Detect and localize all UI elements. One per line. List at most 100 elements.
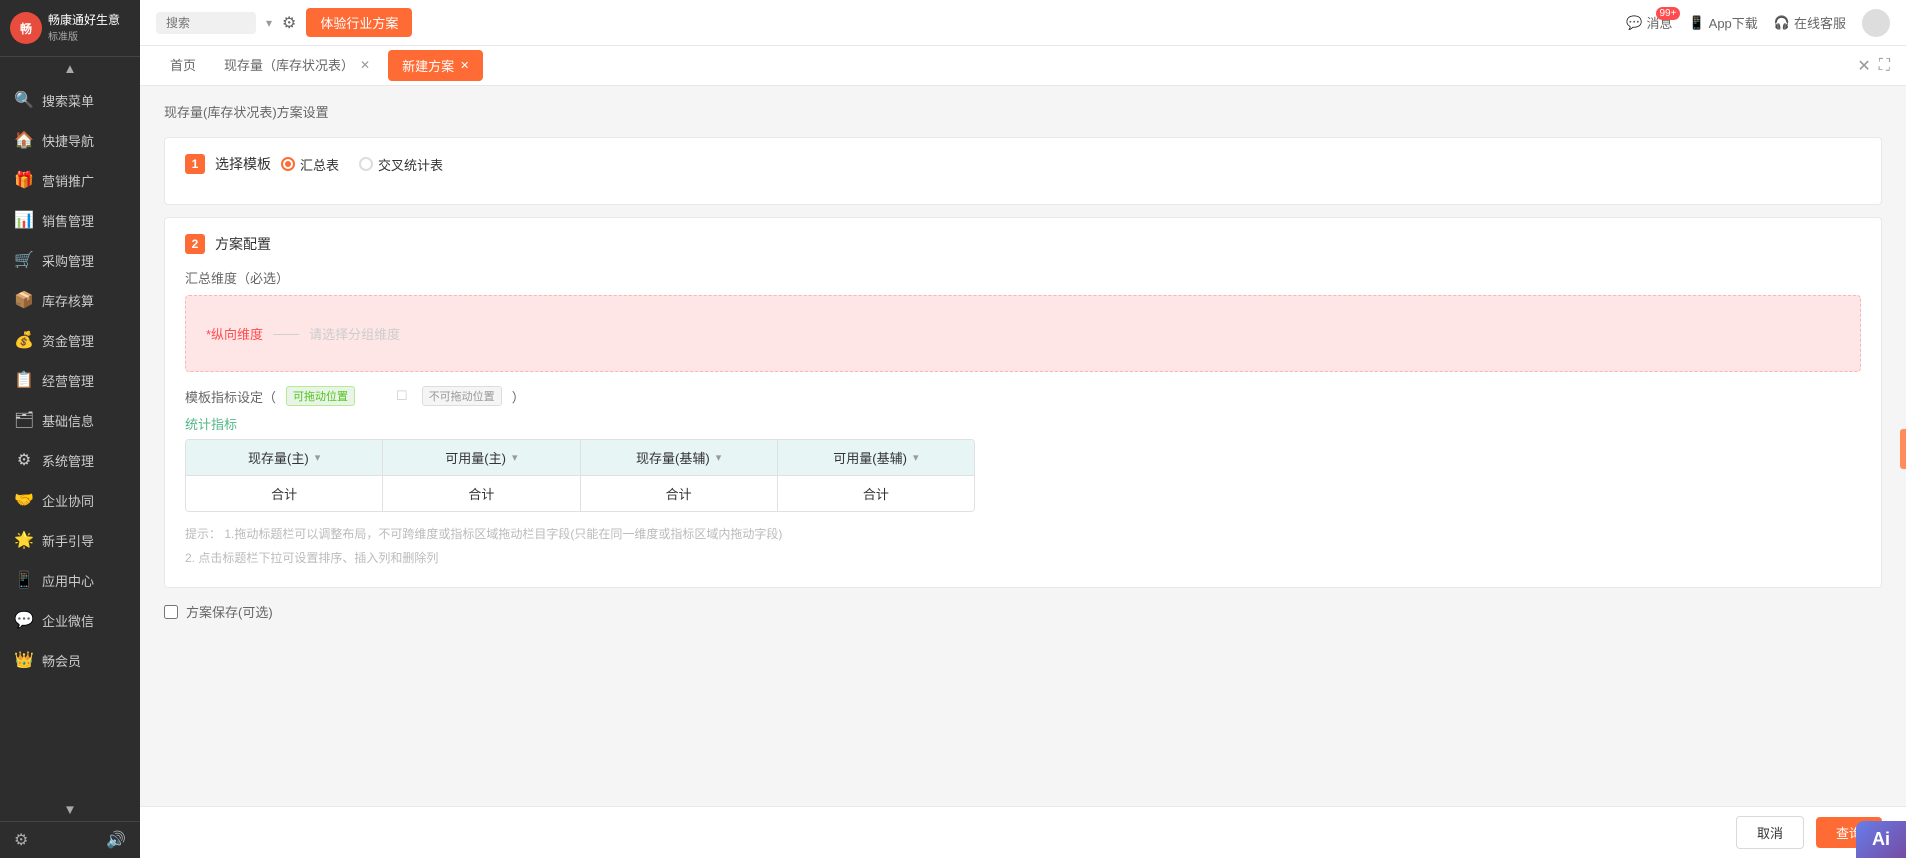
sidebar-item-system[interactable]: ⚙ 系统管理 [0, 440, 140, 480]
stats-col-label-3: 可用量(基辅) [833, 448, 907, 467]
sidebar-bottom: ⚙ 🔊 [0, 821, 140, 858]
tab-expand-btn[interactable]: ⛶ [1879, 57, 1890, 75]
msg-badge: 99+ [1656, 7, 1681, 20]
chevron-down-icon-3[interactable]: ▾ [913, 451, 919, 464]
sidebar-app-info: 畅康通好生意 标准版 [48, 13, 120, 44]
sidebar-item-enterprise[interactable]: 🤝 企业协同 [0, 480, 140, 520]
audio-btn[interactable]: 🔊 [106, 830, 126, 850]
app-download-btn[interactable]: 📱 App下载 [1688, 13, 1757, 32]
sidebar-item-finance[interactable]: 💰 资金管理 [0, 320, 140, 360]
stats-title: 统计指标 [185, 414, 1861, 433]
headset-icon: 🎧 [1774, 15, 1790, 31]
finance-icon: 💰 [14, 330, 34, 350]
indicator-settings: 模板指标设定（ 可拖动位置 ☐ 不可拖动位置 ） 统计指标 现存量(主) ▾ [185, 386, 1861, 569]
save-checkbox[interactable] [164, 605, 178, 619]
chevron-down-icon-1[interactable]: ▾ [512, 451, 518, 464]
user-avatar[interactable] [1862, 9, 1890, 37]
settings-bottom-btn[interactable]: ⚙ [14, 830, 28, 850]
radio-cross-label: 交叉统计表 [378, 155, 443, 174]
enterprise-icon: 🤝 [14, 490, 34, 510]
topbar-gear-btn[interactable]: ⚙ [282, 13, 296, 33]
hint-2: 2. 点击标题栏下拉可设置排序、插入列和删除列 [185, 548, 1861, 570]
sidebar-item-label: 快捷导航 [42, 131, 94, 150]
message-icon: 💬 [1626, 15, 1642, 31]
indicator-label-row: 模板指标设定（ 可拖动位置 ☐ 不可拖动位置 ） [185, 386, 1861, 406]
chevron-down-icon-0[interactable]: ▾ [315, 451, 321, 464]
sidebar-item-label: 企业微信 [42, 611, 94, 630]
tab-close-panel-btn[interactable]: ✕ [1857, 56, 1870, 76]
page-title: 现存量(库存状况表)方案设置 [164, 102, 1882, 121]
sidebar-item-label: 销售管理 [42, 211, 94, 230]
member-icon: 👑 [14, 650, 34, 670]
tabbar-right: ✕ ⛶ [1857, 56, 1890, 76]
stats-col-3[interactable]: 可用量(基辅) ▾ [778, 440, 974, 475]
stats-col-0[interactable]: 现存量(主) ▾ [186, 440, 383, 475]
non-draggable-badge: 不可拖动位置 [422, 386, 502, 406]
radio-summary[interactable]: 汇总表 [281, 155, 339, 174]
radio-cross-dot [359, 157, 373, 171]
tab-new-scheme[interactable]: 新建方案 ✕ [388, 50, 483, 81]
sidebar-item-member[interactable]: 👑 畅会员 [0, 640, 140, 680]
tab-inventory-status[interactable]: 现存量（库存状况表） ✕ [210, 47, 384, 84]
enterprise-wechat-icon: 💬 [14, 610, 34, 630]
dimension-box[interactable]: *纵向维度 —— 请选择分组维度 [185, 295, 1861, 372]
trial-btn[interactable]: 体验行业方案 [306, 8, 412, 37]
sidebar-item-label: 采购管理 [42, 251, 94, 270]
footer: 取消 查询 [140, 806, 1906, 858]
save-label: 方案保存(可选) [186, 602, 273, 621]
new-guide-icon: 🌟 [14, 530, 34, 550]
radio-cross[interactable]: 交叉统计表 [359, 155, 443, 174]
sidebar-item-label: 畅会员 [42, 651, 81, 670]
marketing-icon: 🎁 [14, 170, 34, 190]
sidebar-item-sales[interactable]: 📊 销售管理 [0, 200, 140, 240]
sidebar-item-label: 搜索菜单 [42, 91, 94, 110]
topbar-right: 💬 消息 99+ 📱 App下载 🎧 在线客服 [1626, 9, 1890, 37]
msg-btn[interactable]: 💬 消息 99+ [1626, 13, 1672, 32]
dimension-section-label: 汇总维度（必选） [185, 268, 1861, 287]
sidebar-scroll-up[interactable]: ▲ [0, 57, 140, 80]
tab-new-label: 新建方案 [402, 56, 454, 75]
search-input[interactable] [156, 12, 256, 34]
sidebar-item-marketing[interactable]: 🎁 营销推广 [0, 160, 140, 200]
hint-1: 提示： 1.拖动标题栏可以调整布局，不可跨维度或指标区域拖动栏目字段(只能在同一… [185, 524, 1861, 546]
sidebar-item-enterprise-wechat[interactable]: 💬 企业微信 [0, 600, 140, 640]
ai-badge[interactable]: Ai [1856, 821, 1906, 858]
right-edge-handle[interactable] [1900, 429, 1906, 469]
sidebar-item-operations[interactable]: 📋 经营管理 [0, 360, 140, 400]
dimension-placeholder: 请选择分组维度 [309, 324, 400, 343]
sidebar-item-quick-nav[interactable]: 🏠 快捷导航 [0, 120, 140, 160]
app-center-icon: 📱 [14, 570, 34, 590]
sidebar-item-label: 应用中心 [42, 571, 94, 590]
system-icon: ⚙ [14, 450, 34, 470]
step1-header: 1 选择模板 汇总表 交叉统计表 [185, 154, 1861, 174]
chevron-down-icon-2[interactable]: ▾ [716, 451, 722, 464]
tab-inventory-label: 现存量（库存状况表） [224, 55, 354, 74]
operations-icon: 📋 [14, 370, 34, 390]
stats-col-2[interactable]: 现存量(基辅) ▾ [581, 440, 778, 475]
stats-section: 统计指标 现存量(主) ▾ 可用量(主) ▾ [185, 414, 1861, 512]
sidebar-item-label: 营销推广 [42, 171, 94, 190]
tab-new-close[interactable]: ✕ [460, 59, 469, 72]
sidebar-item-new-guide[interactable]: 🌟 新手引导 [0, 520, 140, 560]
sidebar-item-label: 新手引导 [42, 531, 94, 550]
online-service-btn[interactable]: 🎧 在线客服 [1774, 13, 1846, 32]
sidebar-item-search-menu[interactable]: 🔍 搜索菜单 [0, 80, 140, 120]
tab-home[interactable]: 首页 [156, 47, 210, 84]
sidebar-item-label: 经营管理 [42, 371, 94, 390]
step2-number: 2 [185, 234, 205, 254]
sidebar-scroll-down[interactable]: ▼ [0, 798, 140, 821]
search-menu-icon: 🔍 [14, 90, 34, 110]
dimension-dash: —— [273, 326, 299, 341]
draggable-badge: 可拖动位置 [286, 386, 355, 406]
purchase-icon: 🛒 [14, 250, 34, 270]
sidebar-item-app-center[interactable]: 📱 应用中心 [0, 560, 140, 600]
topbar-dropdown-btn[interactable]: ▾ [266, 16, 272, 30]
sidebar-item-inventory[interactable]: 📦 库存核算 [0, 280, 140, 320]
stats-col-1[interactable]: 可用量(主) ▾ [383, 440, 580, 475]
save-row: 方案保存(可选) [164, 602, 1882, 621]
tab-inventory-close[interactable]: ✕ [360, 58, 370, 72]
step2-header: 2 方案配置 [185, 234, 1861, 254]
sidebar-item-basic-info[interactable]: 🗂 基础信息 [0, 400, 140, 440]
sidebar-item-purchase[interactable]: 🛒 采购管理 [0, 240, 140, 280]
cancel-button[interactable]: 取消 [1736, 816, 1804, 849]
